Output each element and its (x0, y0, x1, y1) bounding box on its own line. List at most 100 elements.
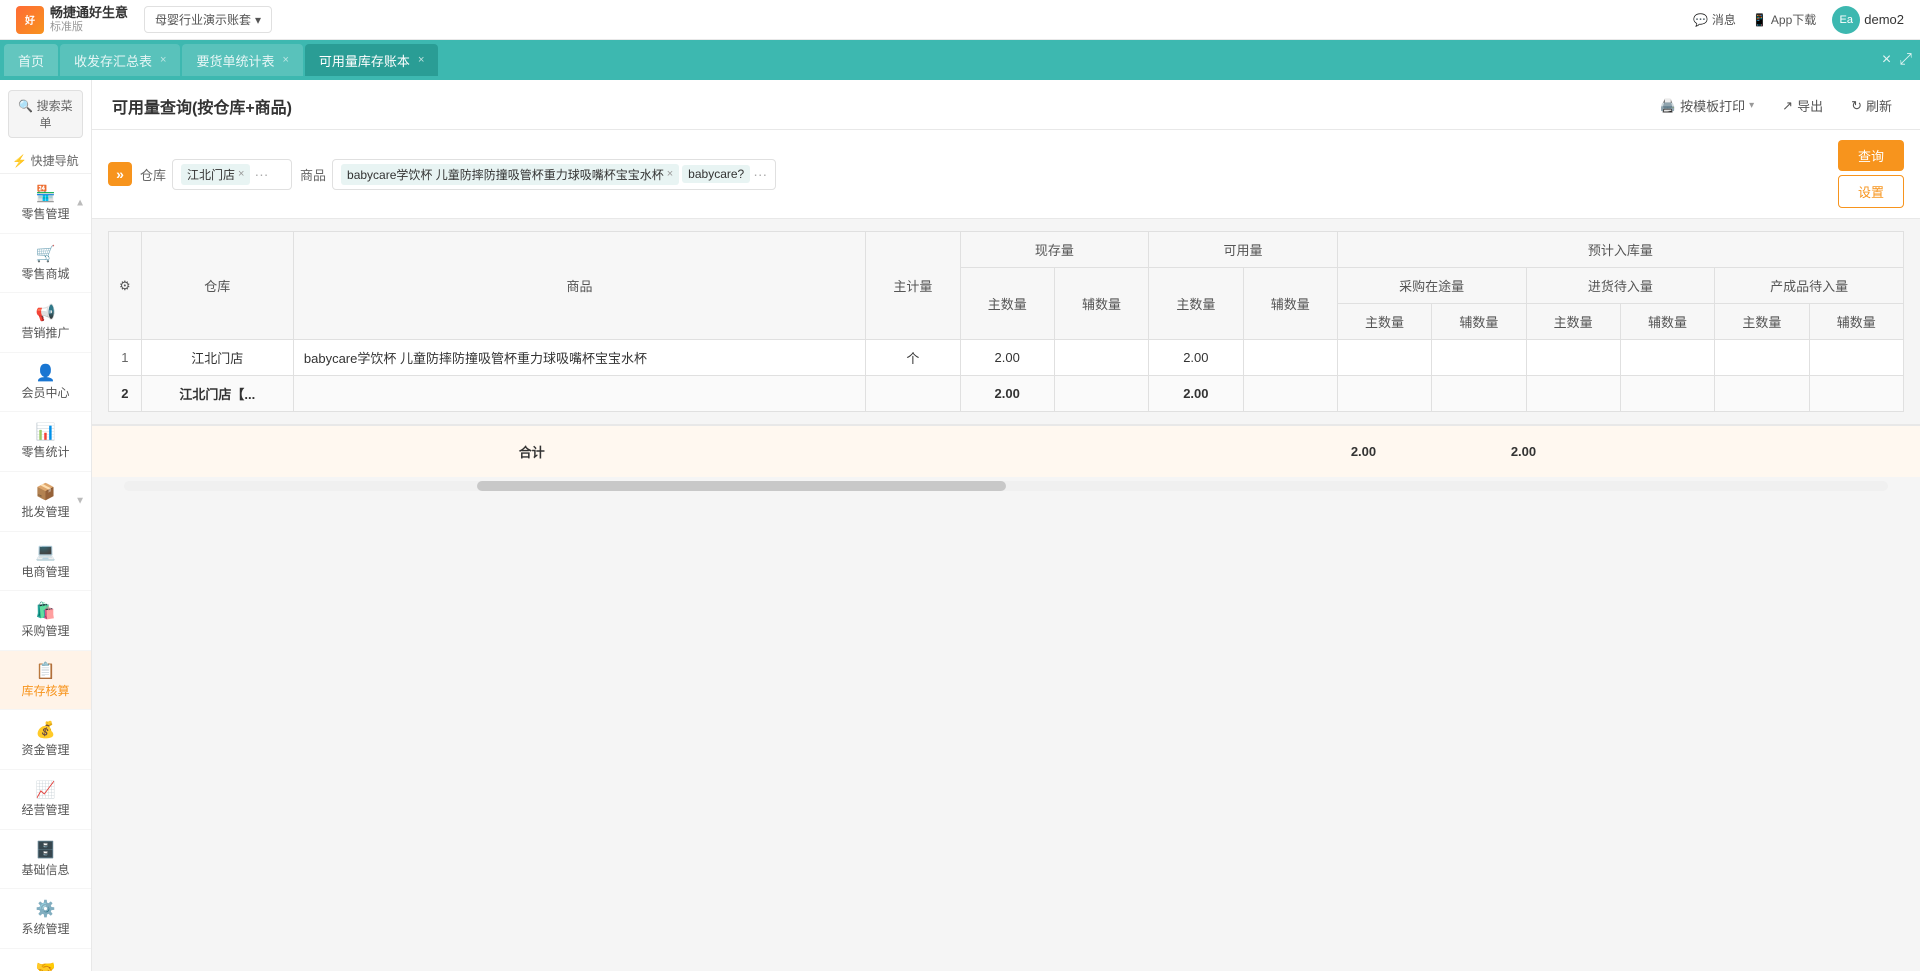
purchase-icon: 🛍️ (36, 601, 56, 621)
sidebar-item-label-purchase: 采购管理 (21, 624, 69, 640)
top-bar-right: 💬 消息 📱 App下载 Ea demo2 (1693, 6, 1904, 34)
chevron-icon-wholesale: ▼ (75, 496, 85, 507)
row-1-avail-aux (1243, 340, 1337, 376)
user-menu[interactable]: Ea demo2 (1832, 6, 1904, 34)
total-avail-main: 2.00 (1483, 434, 1563, 469)
row-1-purchase-aux (1432, 340, 1526, 376)
sidebar-item-label-stats: 零售统计 (21, 445, 69, 461)
table-container: ⚙ 仓库 商品 主计量 现存量 (92, 219, 1920, 424)
sidebar-item-sys[interactable]: ⚙️ 系统管理 (0, 889, 91, 949)
col-inbound-pending-header: 进货待入量 (1526, 268, 1715, 304)
tab-available-stock[interactable]: 可用量库存账本 × (305, 44, 438, 76)
tab-order-stats-close[interactable]: × (282, 54, 288, 66)
row-1-prod-aux (1809, 340, 1904, 376)
product-tag-1-close[interactable]: × (667, 168, 673, 180)
refresh-label: 刷新 (1866, 96, 1892, 115)
tab-receipts[interactable]: 收发存汇总表 × (60, 44, 180, 76)
sidebar-item-retail-mgmt[interactable]: 🏪 零售管理 ▲ (0, 174, 91, 234)
download-icon: 📱 (1752, 13, 1767, 27)
total-rest (1563, 434, 1904, 469)
sidebar-item-purchase[interactable]: 🛍️ 采购管理 (0, 591, 91, 651)
sidebar-item-retail-mall[interactable]: 🛒 零售商城 (0, 234, 91, 294)
col-unit-header: 主计量 (866, 232, 960, 340)
product-tag-1: babycare学饮杯 儿童防摔防撞吸管杯重力球吸嘴杯宝宝水杯 × (341, 164, 679, 185)
warehouse-tag: 江北门店 × (181, 164, 250, 185)
tab-receipts-close[interactable]: × (160, 54, 166, 66)
col-current-aux-header: 辅数量 (1054, 268, 1148, 340)
row-2-product (293, 376, 865, 412)
close-all-tabs-button[interactable]: × (1882, 51, 1891, 69)
horizontal-scrollbar[interactable] (124, 481, 1888, 491)
quick-nav-button[interactable]: ⚡ 快捷导航 (0, 144, 91, 174)
sys-icon: ⚙️ (36, 899, 56, 919)
app-download-button[interactable]: 📱 App下载 (1752, 11, 1816, 28)
query-button[interactable]: 查询 (1838, 140, 1904, 171)
sidebar-item-ecom[interactable]: 💻 电商管理 (0, 532, 91, 592)
row-2-prod-main (1715, 376, 1809, 412)
table-row: 1 江北门店 babycare学饮杯 儿童防摔防撞吸管杯重力球吸嘴杯宝宝水杯 个… (109, 340, 1904, 376)
sidebar-item-label-member: 会员中心 (21, 386, 69, 402)
download-label: App下载 (1771, 11, 1816, 28)
sidebar-item-label-ops: 经营管理 (21, 803, 69, 819)
row-1-inbound-main (1526, 340, 1620, 376)
sidebar-item-base-info[interactable]: 🗄️ 基础信息 (0, 830, 91, 890)
warehouse-tag-close[interactable]: × (238, 168, 244, 180)
filter-expand-button[interactable]: » (108, 162, 132, 186)
total-current-aux (1403, 434, 1483, 469)
row-2-current-aux (1054, 376, 1148, 412)
tab-available-stock-label: 可用量库存账本 (319, 51, 410, 70)
tab-available-stock-close[interactable]: × (418, 54, 424, 66)
message-button[interactable]: 💬 消息 (1693, 11, 1736, 28)
warehouse-more-icon[interactable]: ··· (254, 166, 268, 182)
sidebar-item-finance[interactable]: 💰 资金管理 (0, 710, 91, 770)
sidebar-item-label-mall: 零售商城 (21, 267, 69, 283)
product-more-icon[interactable]: ··· (753, 166, 767, 182)
product-tag-container[interactable]: babycare学饮杯 儿童防摔防撞吸管杯重力球吸嘴杯宝宝水杯 × babyca… (332, 159, 776, 190)
col-prod-aux-header: 辅数量 (1809, 304, 1904, 340)
tab-order-stats[interactable]: 要货单统计表 × (182, 44, 302, 76)
search-menu-button[interactable]: 🔍 搜索菜单 (8, 90, 83, 138)
settings-button[interactable]: 设置 (1838, 175, 1904, 208)
col-avail-main-header: 主数量 (1149, 268, 1243, 340)
tab-home-label: 首页 (18, 51, 44, 70)
table-row-subtotal: 2 江北门店【... 2.00 2.00 (109, 376, 1904, 412)
sidebar-item-label-wholesale: 批发管理 (21, 505, 69, 521)
scroll-thumb[interactable] (477, 481, 1006, 491)
industry-selector[interactable]: 母婴行业演示账套 ▾ (144, 6, 272, 33)
retail-mall-icon: 🛒 (36, 244, 56, 264)
col-purchase-main-header: 主数量 (1337, 304, 1431, 340)
tab-home[interactable]: 首页 (4, 44, 58, 76)
col-current-main-header: 主数量 (960, 268, 1054, 340)
row-1-seq: 1 (109, 340, 142, 376)
warehouse-tag-container[interactable]: 江北门店 × ··· (172, 159, 292, 190)
warehouse-tag-text: 江北门店 (187, 166, 235, 183)
refresh-button[interactable]: ↻ 刷新 (1843, 92, 1900, 119)
total-empty-3 (1263, 434, 1323, 469)
print-template-button[interactable]: 🖨️ 按模板打印 ▾ (1652, 92, 1762, 119)
sidebar-item-ops[interactable]: 📈 经营管理 (0, 770, 91, 830)
page-title: 可用量查询(按仓库+商品) (112, 94, 292, 118)
row-1-current-main: 2.00 (960, 340, 1054, 376)
product-tag-2: babycare? (682, 165, 750, 183)
page-actions: 🖨️ 按模板打印 ▾ ↗ 导出 ↻ 刷新 (1652, 92, 1900, 119)
tab-receipts-label: 收发存汇总表 (74, 51, 152, 70)
export-label: 导出 (1797, 96, 1823, 115)
wholesale-icon: 📦 (36, 482, 56, 502)
finance-icon: 💰 (36, 720, 56, 740)
app-logo-icon: 好 (16, 6, 44, 34)
expand-button[interactable]: ⤢ (1899, 51, 1912, 69)
export-button[interactable]: ↗ 导出 (1774, 92, 1831, 119)
sidebar-item-inventory[interactable]: 📋 库存核算 (0, 651, 91, 711)
sidebar-search-area: 🔍 搜索菜单 (0, 80, 91, 144)
nav-actions: × ⤢ (1882, 51, 1920, 69)
sidebar-item-marketing[interactable]: 📢 营销推广 (0, 293, 91, 353)
sidebar-item-enterprise-collab[interactable]: 🤝 企业协同 (0, 949, 91, 971)
col-settings-header[interactable]: ⚙ (109, 232, 142, 340)
chevron-down-icon: ▾ (255, 13, 261, 27)
col-purchase-aux-header: 辅数量 (1432, 304, 1526, 340)
sidebar-item-wholesale[interactable]: 📦 批发管理 ▼ (0, 472, 91, 532)
sidebar-item-member[interactable]: 👤 会员中心 (0, 353, 91, 413)
sidebar-item-retail-stats[interactable]: 📊 零售统计 (0, 412, 91, 472)
footer-table: 合计 2.00 2.00 (108, 434, 1904, 469)
col-settings-icon[interactable]: ⚙ (119, 278, 131, 293)
